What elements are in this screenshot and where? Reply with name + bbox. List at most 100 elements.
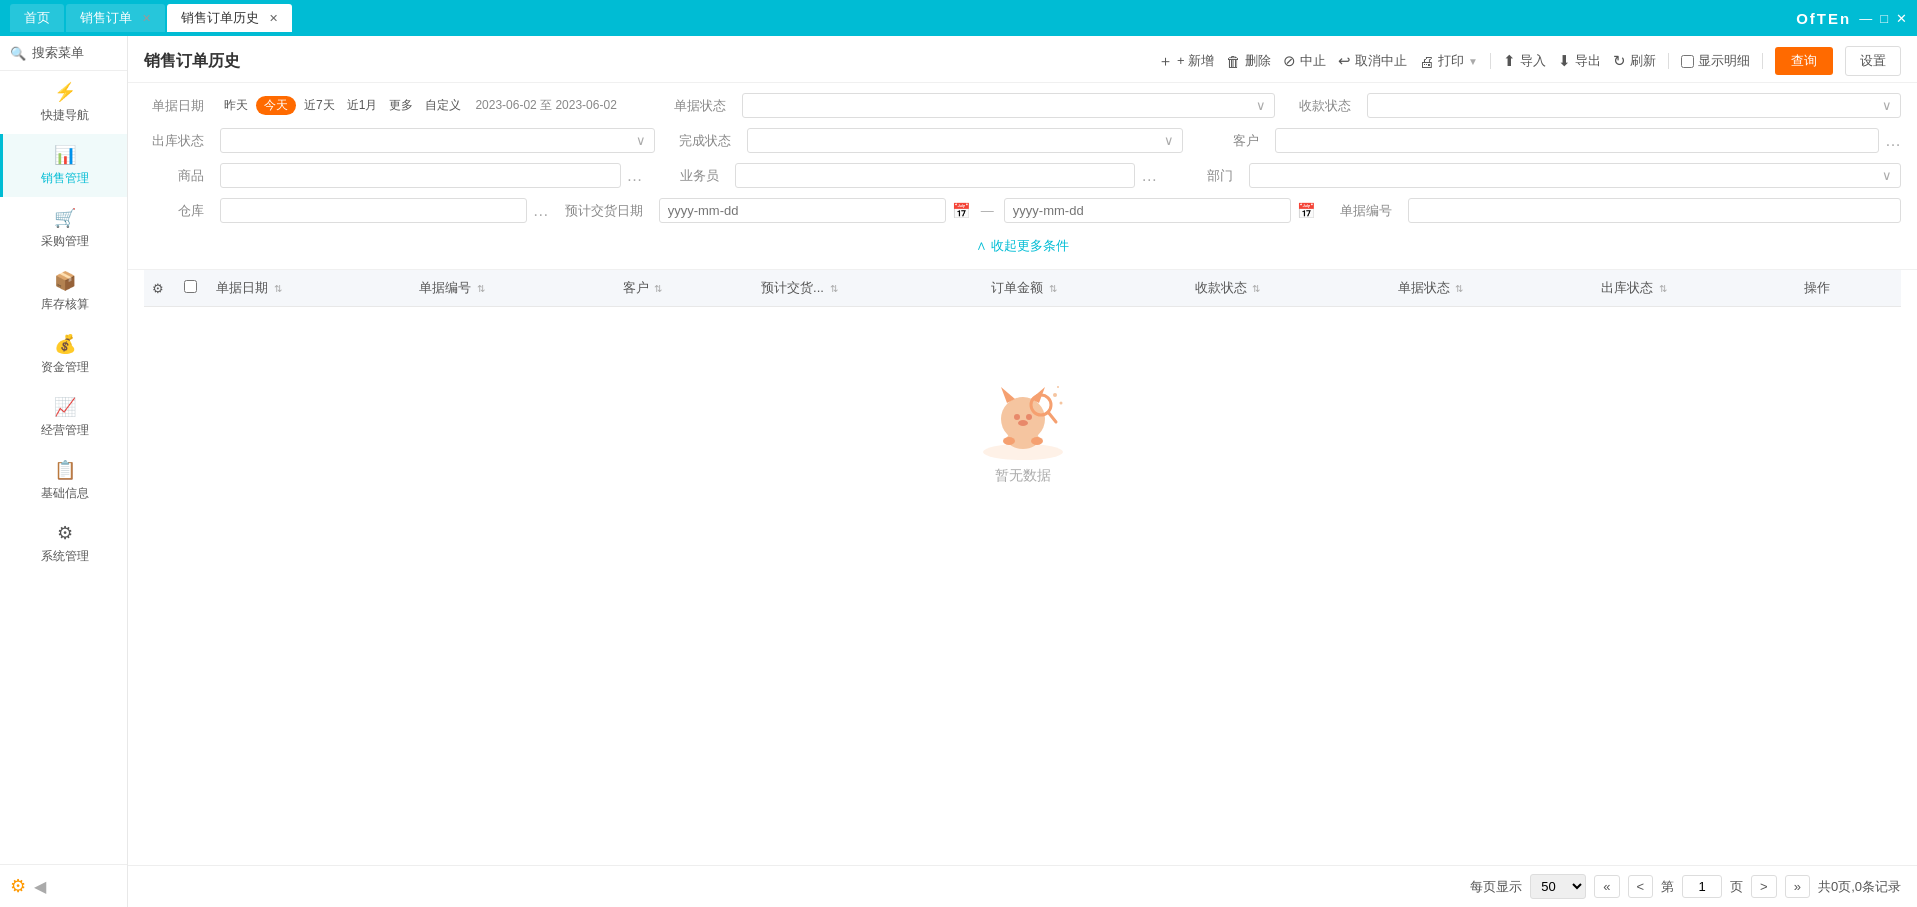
calendar-start-icon[interactable]: 📅 <box>952 202 971 220</box>
sidebar-search[interactable]: 🔍 搜索菜单 <box>0 36 127 71</box>
select-all-checkbox[interactable] <box>184 280 197 293</box>
export-button[interactable]: ⬇ 导出 <box>1558 52 1601 70</box>
window-close[interactable]: ✕ <box>1896 11 1907 26</box>
import-button[interactable]: ⬆ 导入 <box>1503 52 1546 70</box>
calendar-end-icon[interactable]: 📅 <box>1297 202 1316 220</box>
sidebar-item-sys-mgmt[interactable]: ⚙ 系统管理 <box>0 512 127 575</box>
window-minimize[interactable]: — <box>1859 11 1872 26</box>
sidebar-settings-icon[interactable]: ⚙ <box>10 875 26 897</box>
warehouse-field: … <box>220 198 549 223</box>
department-select[interactable]: ∨ <box>1249 163 1901 188</box>
col-header-doc-date[interactable]: 单据日期 ⇅ <box>208 270 411 307</box>
collapse-more-button[interactable]: ∧ 收起更多条件 <box>144 233 1901 259</box>
outbound-status-label: 出库状态 <box>144 132 204 150</box>
col-header-order-amount[interactable]: 订单金额 ⇅ <box>983 270 1186 307</box>
customer-field: … <box>1275 128 1901 153</box>
stop-button[interactable]: ⊘ 中止 <box>1283 52 1326 70</box>
col-header-outbound-status[interactable]: 出库状态 ⇅ <box>1593 270 1796 307</box>
close-sales-order-history-tab[interactable]: ✕ <box>269 12 278 25</box>
sidebar-item-quick-nav[interactable]: ⚡ 快捷导航 <box>0 71 127 134</box>
tab-sales-order-history[interactable]: 销售订单历史 ✕ <box>167 4 292 32</box>
show-details-checkbox[interactable] <box>1681 55 1694 68</box>
cancel-stop-button[interactable]: ↩ 取消中止 <box>1338 52 1407 70</box>
doc-status-label: 单据状态 <box>666 97 726 115</box>
print-button[interactable]: 🖨 打印 ▼ <box>1419 52 1478 70</box>
first-page-button[interactable]: « <box>1594 875 1619 898</box>
col-header-doc-no[interactable]: 单据编号 ⇅ <box>411 270 614 307</box>
outbound-status-select[interactable]: ∨ <box>220 128 655 153</box>
next-page-button[interactable]: > <box>1751 875 1777 898</box>
filter-row-4: 仓库 … 预计交货日期 📅 — 📅 单据编号 <box>144 198 1901 223</box>
customer-label: 客户 <box>1199 132 1259 150</box>
col-header-receipt-status[interactable]: 收款状态 ⇅ <box>1187 270 1390 307</box>
sales-mgmt-icon: 📊 <box>54 144 76 166</box>
date-range-display: 2023-06-02 至 2023-06-02 <box>475 97 616 114</box>
window-maximize[interactable]: □ <box>1880 11 1888 26</box>
col-header-expected-delivery[interactable]: 预计交货... ⇅ <box>753 270 983 307</box>
date-btn-today[interactable]: 今天 <box>256 96 296 115</box>
doc-date-field: 昨天 今天 近7天 近1月 更多 自定义 2023-06-02 至 2023-0… <box>220 96 650 115</box>
page-size-select[interactable]: 20 50 100 <box>1530 874 1586 899</box>
completion-status-select[interactable]: ∨ <box>747 128 1182 153</box>
date-btn-1month[interactable]: 近1月 <box>343 96 382 115</box>
warehouse-input[interactable] <box>220 198 527 223</box>
date-btn-custom[interactable]: 自定义 <box>421 96 465 115</box>
sys-mgmt-icon: ⚙ <box>57 522 73 544</box>
tab-home[interactable]: 首页 <box>10 4 64 32</box>
product-dots-button[interactable]: … <box>627 167 643 185</box>
sidebar-item-purchase-mgmt[interactable]: 🛒 采购管理 <box>0 197 127 260</box>
total-label: 共0页,0条记录 <box>1818 878 1901 896</box>
completion-status-label: 完成状态 <box>671 132 731 150</box>
operations-icon: 📈 <box>54 396 76 418</box>
toolbar: ＋ + 新增 🗑 删除 ⊘ 中止 ↩ 取消中止 🖨 打印 <box>1158 46 1901 76</box>
product-label: 商品 <box>144 167 204 185</box>
sidebar-item-sales-mgmt[interactable]: 📊 销售管理 <box>0 134 127 197</box>
department-label: 部门 <box>1173 167 1233 185</box>
sidebar-collapse-icon[interactable]: ◀ <box>34 877 46 896</box>
sort-doc-date-icon: ⇅ <box>274 283 282 294</box>
col-header-customer[interactable]: 客户 ⇅ <box>615 270 754 307</box>
customer-dots-button[interactable]: … <box>1885 132 1901 150</box>
outbound-status-arrow-icon: ∨ <box>636 133 646 148</box>
sidebar-item-operations[interactable]: 📈 经营管理 <box>0 386 127 449</box>
sidebar-item-inventory[interactable]: 📦 库存核算 <box>0 260 127 323</box>
table-settings-header[interactable]: ⚙ <box>144 270 176 307</box>
close-sales-order-tab[interactable]: ✕ <box>142 12 151 25</box>
receipt-status-select[interactable]: ∨ <box>1367 93 1901 118</box>
sidebar-item-basic-info[interactable]: 📋 基础信息 <box>0 449 127 512</box>
show-details-checkbox-label[interactable]: 显示明细 <box>1681 52 1750 70</box>
customer-input[interactable] <box>1275 128 1879 153</box>
svg-point-6 <box>1018 420 1028 426</box>
doc-status-select[interactable]: ∨ <box>742 93 1276 118</box>
product-input[interactable] <box>220 163 621 188</box>
date-buttons: 昨天 今天 近7天 近1月 更多 自定义 <box>220 96 465 115</box>
empty-state: 暂无数据 <box>144 307 1901 545</box>
delete-button[interactable]: 🗑 删除 <box>1226 52 1271 70</box>
expected-date-label: 预计交货日期 <box>565 202 643 220</box>
setting-button[interactable]: 设置 <box>1845 46 1901 76</box>
prev-page-button[interactable]: < <box>1628 875 1654 898</box>
table-check-header[interactable] <box>176 270 208 307</box>
salesman-label: 业务员 <box>659 167 719 185</box>
query-button[interactable]: 查询 <box>1775 47 1833 75</box>
expected-date-start[interactable] <box>659 198 946 223</box>
page-title: 销售订单历史 <box>144 51 240 72</box>
date-btn-7days[interactable]: 近7天 <box>300 96 339 115</box>
expected-date-end[interactable] <box>1004 198 1291 223</box>
page-word: 第 <box>1661 878 1674 896</box>
refresh-button[interactable]: ↻ 刷新 <box>1613 52 1656 70</box>
warehouse-dots-button[interactable]: … <box>533 202 549 220</box>
salesman-input[interactable] <box>735 163 1136 188</box>
toolbar-divider-3 <box>1762 53 1763 69</box>
new-button[interactable]: ＋ + 新增 <box>1158 52 1214 71</box>
date-btn-yesterday[interactable]: 昨天 <box>220 96 252 115</box>
last-page-button[interactable]: » <box>1785 875 1810 898</box>
doc-no-input[interactable] <box>1408 198 1901 223</box>
date-btn-more[interactable]: 更多 <box>385 96 417 115</box>
sidebar-item-finance[interactable]: 💰 资金管理 <box>0 323 127 386</box>
page-number-input[interactable] <box>1682 875 1722 898</box>
col-header-doc-status[interactable]: 单据状态 ⇅ <box>1390 270 1593 307</box>
table-settings-icon[interactable]: ⚙ <box>152 281 164 296</box>
salesman-dots-button[interactable]: … <box>1141 167 1157 185</box>
tab-sales-order[interactable]: 销售订单 ✕ <box>66 4 165 32</box>
